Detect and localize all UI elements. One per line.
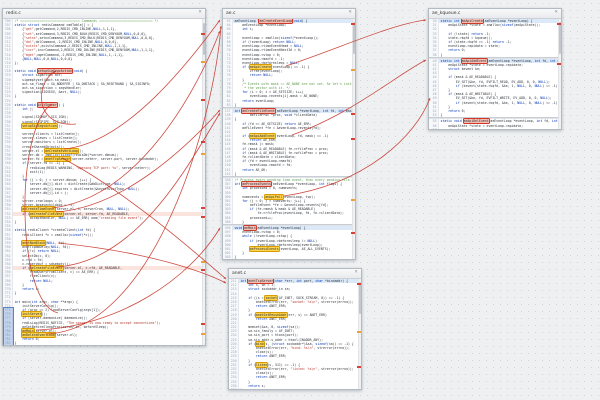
- scrollbar[interactable]: [358, 279, 361, 389]
- panel-titlebar[interactable]: anet.c ✕: [229, 269, 361, 279]
- close-icon[interactable]: ✕: [354, 271, 358, 276]
- annotation-marker: [201, 141, 205, 143]
- code-text: }: [440, 52, 443, 57]
- code-area[interactable]: 706/* =============================== Co…: [3, 19, 205, 345]
- code-text: int j;: [22, 106, 34, 111]
- code-panel-ae-kqueue[interactable]: ae_kqueue.c ✕ 30 static int aeApiCreate(aeE…: [428, 8, 562, 130]
- code-area[interactable]: 63 aeEventLoop *aeCreateEventLoop(void) {…: [223, 19, 355, 259]
- annotation-marker: [201, 33, 205, 35]
- code-panel-redis[interactable]: redis.c ✕ 706/* ==========================…: [2, 8, 206, 346]
- code-area[interactable]: 211 int anetTcpServer(char *err, int port…: [229, 279, 361, 389]
- annotation-marker: [351, 23, 355, 25]
- code-text: struct sockaddr_in sa;: [248, 287, 291, 292]
- annotation-marker: [357, 283, 361, 285]
- code-text: return 0;: [448, 48, 466, 53]
- line-number: 503: [223, 255, 233, 259]
- panel-titlebar[interactable]: redis.c ✕: [3, 9, 205, 19]
- scrollbar-thumb[interactable]: [202, 23, 205, 55]
- code-line: 783}: [3, 341, 205, 345]
- code-text: if (kevent(state->kqfd, &ke, 1, NULL, 0,…: [455, 100, 561, 105]
- code-text: }: [234, 102, 237, 107]
- annotation-marker: [201, 61, 205, 63]
- line-number: 152: [223, 171, 233, 176]
- annotation-marker: [201, 269, 205, 271]
- annotation-marker: [201, 207, 205, 209]
- annotation-marker: [201, 216, 205, 218]
- annotation-marker: [357, 366, 361, 368]
- code-text: return c;: [22, 287, 40, 291]
- annotation-marker: [201, 323, 205, 325]
- annotation-marker: [557, 63, 561, 65]
- line-number: 83: [223, 102, 233, 107]
- close-icon[interactable]: ✕: [348, 11, 352, 16]
- line-number: 53: [429, 113, 439, 118]
- code-text: aeFileEvent *fe = &eventLoop->events[fd]…: [234, 125, 321, 130]
- scrollbar-thumb[interactable]: [352, 22, 355, 54]
- code-text: acceptHandler, NULL) == AE_ERR) oom("cre…: [14, 215, 144, 220]
- code-text: return AE_OK;: [242, 167, 268, 172]
- code-line: 237}: [229, 387, 361, 389]
- code-text: aeProcessEvents(eventLoop, AE_ALL_EVENTS…: [248, 245, 331, 252]
- code-text: sigaction(SIGSEGV, &act, NULL);: [14, 90, 82, 95]
- code-area[interactable]: 30 static int aeApiCreate(aeEventLoop *ev…: [429, 19, 561, 129]
- code-line: 57 struct kevent ke;: [429, 127, 561, 129]
- annotation-marker: [357, 331, 361, 333]
- annotation-marker: [351, 113, 355, 115]
- annotation-marker: [351, 199, 355, 201]
- code-text: }: [234, 255, 237, 259]
- close-icon[interactable]: ✕: [554, 11, 558, 16]
- code-text: aeApiState *state = zmalloc(sizeof(aeApi…: [440, 23, 541, 28]
- code-panel-anet[interactable]: anet.c ✕ 211 int anetTcpServer(char *err, i…: [228, 268, 362, 390]
- annotation-marker: [351, 138, 355, 140]
- code-text: if (kevent(state->kqfd, &ke, 1, NULL, 0,…: [455, 83, 561, 88]
- line-number: 38: [429, 52, 439, 57]
- panel-titlebar[interactable]: ae.c ✕: [223, 9, 355, 19]
- annotation-marker: [201, 261, 205, 263]
- line-number: 57: [429, 127, 439, 129]
- annotation-marker: [201, 333, 205, 335]
- code-text: }: [239, 388, 243, 389]
- code-text: int processed = 0, numevents;: [242, 186, 298, 191]
- code-text: struct kevent ke;: [439, 128, 481, 129]
- panel-titlebar[interactable]: ae_kqueue.c ✕: [429, 9, 561, 19]
- code-text: }: [234, 171, 237, 176]
- code-panel-ae[interactable]: ae.c ✕ 63 aeEventLoop *aeCreateEventLoop(vo…: [222, 8, 356, 260]
- annotation-marker: [351, 232, 355, 234]
- code-text: aeFileProc *proc, void *clientData): [234, 113, 318, 118]
- scrollbar-thumb[interactable]: [558, 22, 561, 54]
- code-text: return s;: [248, 383, 266, 388]
- code-text: return ANET_ERR;: [255, 316, 287, 321]
- code-text: return 0;: [448, 108, 466, 113]
- panel-title: ae.c: [226, 11, 236, 16]
- code-text: return 0;: [22, 337, 40, 342]
- code-text: int i;: [242, 27, 254, 32]
- code-line: 503}: [223, 255, 355, 259]
- annotation-marker: [557, 23, 561, 25]
- code-text: }: [234, 219, 245, 224]
- code-text: {NULL,NULL,0,0,NULL,0,0,0}: [14, 56, 73, 61]
- line-number: 237: [229, 387, 239, 389]
- scrollbar-thumb[interactable]: [358, 282, 361, 314]
- code-text: struct kevent ke;: [448, 67, 481, 72]
- annotation-marker: [351, 69, 355, 71]
- panel-title: redis.c: [6, 11, 21, 16]
- minimap-viewport[interactable]: [3, 307, 14, 345]
- panel-title: ae_kqueue.c: [432, 11, 461, 16]
- scrollbar[interactable]: [558, 19, 561, 129]
- scrollbar[interactable]: [202, 19, 205, 345]
- line-number: 366: [223, 219, 233, 224]
- annotation-marker: [201, 99, 205, 101]
- code-text: return eventLoop;: [242, 98, 275, 103]
- code-text: redisClient *c = zmalloc(sizeof(*c));: [14, 232, 94, 237]
- annotation-marker: [201, 153, 205, 155]
- close-icon[interactable]: ✕: [198, 11, 202, 16]
- code-text: setupSigSegvAction();: [21, 122, 63, 129]
- panel-title: anet.c: [232, 271, 247, 276]
- code-text: }: [440, 113, 443, 118]
